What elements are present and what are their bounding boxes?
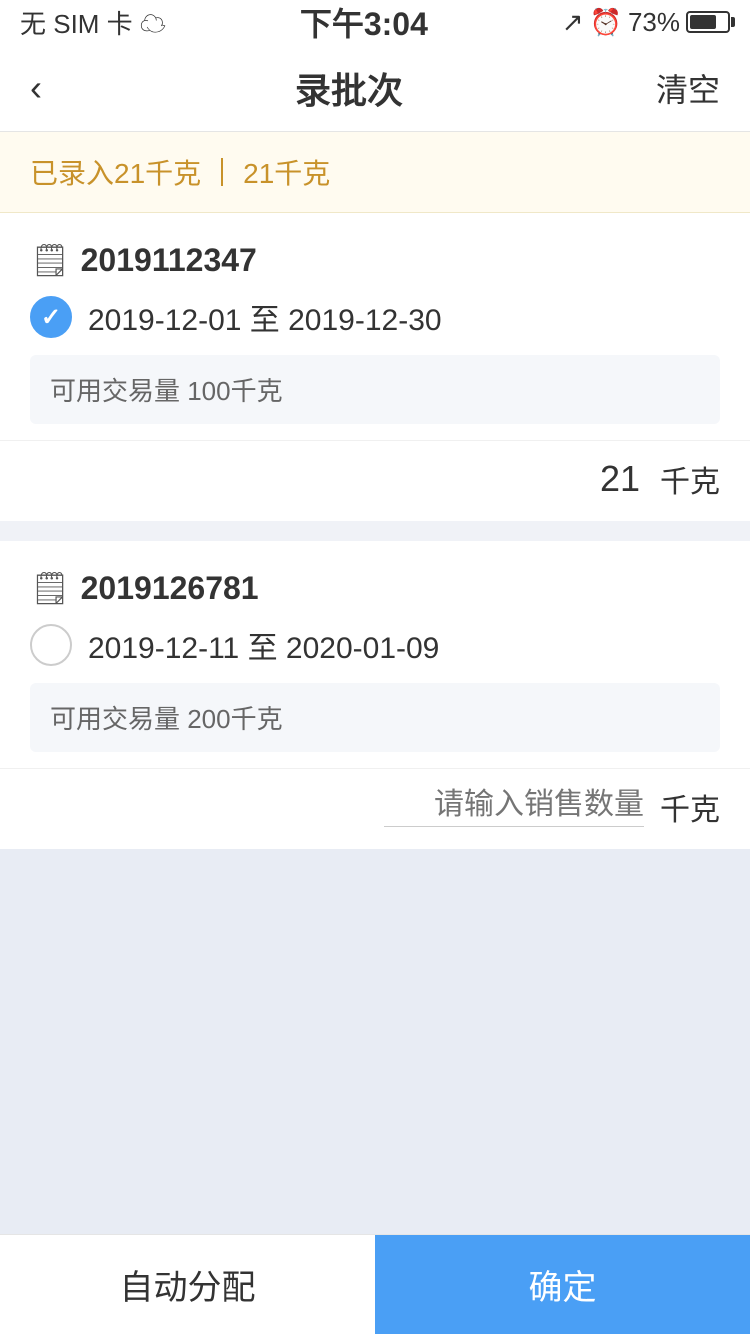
quantity-input-wrapper-2[interactable]: [384, 788, 644, 827]
batch-available-2: 可用交易量 200千克: [30, 683, 720, 752]
location-icon: ↗: [562, 7, 584, 38]
confirm-button[interactable]: 确定: [375, 1235, 750, 1334]
batch-number-1: 2019112347: [81, 242, 257, 279]
recorded-label: 已录入21千克: [30, 152, 201, 192]
batch-quantity-row-2: 千克: [0, 768, 750, 849]
input-underline-2: [384, 826, 644, 827]
batch-quantity-row-1: 21 千克: [0, 440, 750, 521]
quantity-value-1: 21: [600, 458, 640, 500]
battery-icon: [686, 11, 730, 33]
batch-header-2: 🗒 2019126781: [0, 541, 750, 615]
status-right: ↗ ⏰ 73%: [562, 7, 730, 38]
banner-divider: [221, 158, 223, 186]
batch-date-1: 2019-12-01 至 2019-12-30: [88, 295, 442, 339]
alarm-icon: ⏰: [590, 7, 622, 38]
battery-percent: 73%: [628, 7, 680, 38]
separator-1: [0, 521, 750, 541]
batch-card-1: 🗒 2019112347 ✓ 2019-12-01 至 2019-12-30 可…: [0, 213, 750, 521]
empty-area: [0, 849, 750, 1249]
bottom-bar: 自动分配 确定: [0, 1234, 750, 1334]
sim-label: 无 SIM 卡 ☁: [20, 4, 166, 41]
check-icon-1: ✓: [41, 303, 61, 332]
clear-button[interactable]: 清空: [656, 65, 720, 111]
batch-card-2: 🗒 2019126781 2019-12-11 至 2020-01-09 可用交…: [0, 541, 750, 849]
quantity-input-2[interactable]: [384, 788, 644, 826]
batch-doc-icon-2: 🗒: [30, 569, 71, 607]
back-button[interactable]: ‹: [30, 67, 42, 109]
radio-button-1[interactable]: ✓: [30, 296, 72, 338]
status-bar: 无 SIM 卡 ☁ 下午3:04 ↗ ⏰ 73%: [0, 0, 750, 44]
batch-header-1: 🗒 2019112347: [0, 213, 750, 287]
quantity-unit-1: 千克: [660, 457, 720, 501]
batch-date-2: 2019-12-11 至 2020-01-09: [88, 623, 439, 667]
info-banner: 已录入21千克 21千克: [0, 132, 750, 213]
quantity-unit-2: 千克: [660, 785, 720, 829]
batch-available-1: 可用交易量 100千克: [30, 355, 720, 424]
nav-bar: ‹ 录批次 清空: [0, 44, 750, 132]
auto-distribute-button[interactable]: 自动分配: [0, 1235, 375, 1334]
batch-number-2: 2019126781: [81, 570, 259, 607]
status-time: 下午3:04: [300, 0, 428, 45]
batch-doc-icon-1: 🗒: [30, 241, 71, 279]
radio-button-2[interactable]: [30, 624, 72, 666]
page-title: 录批次: [295, 62, 403, 114]
batch-date-row-1[interactable]: ✓ 2019-12-01 至 2019-12-30: [0, 287, 750, 355]
batch-date-row-2[interactable]: 2019-12-11 至 2020-01-09: [0, 615, 750, 683]
status-left: 无 SIM 卡 ☁: [20, 4, 166, 41]
recorded-value: 21千克: [243, 152, 330, 192]
